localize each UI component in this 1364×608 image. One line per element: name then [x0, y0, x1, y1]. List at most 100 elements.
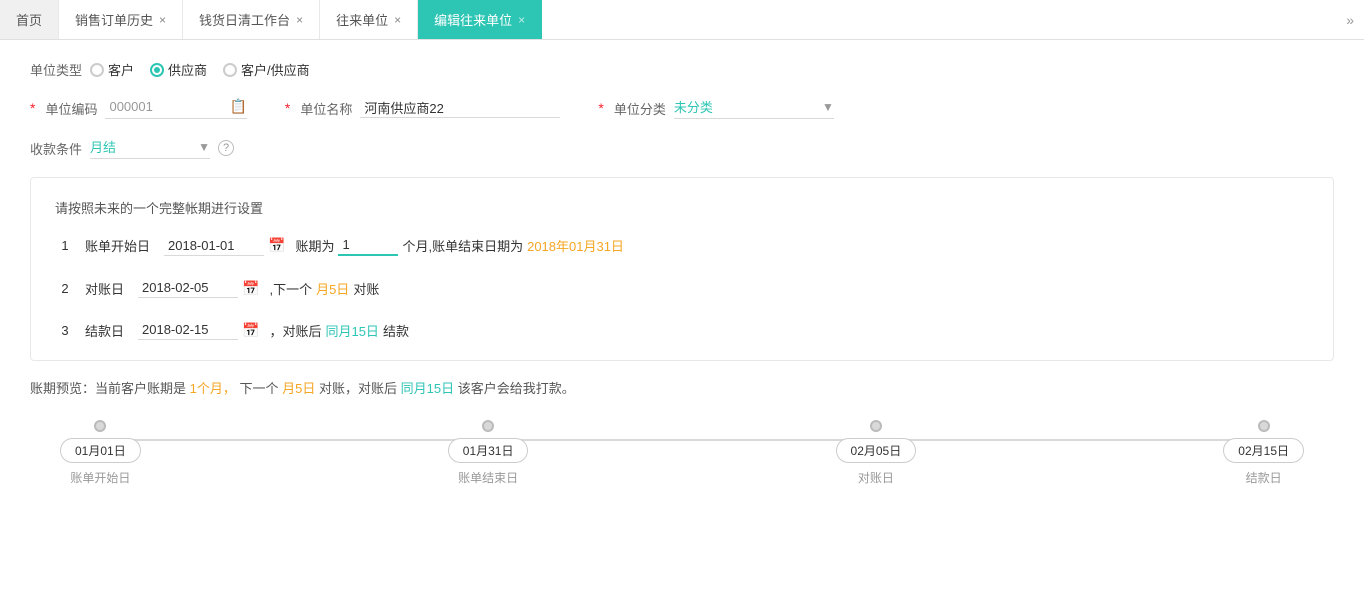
- timeline-node-1: 01月01日 账单开始日: [60, 420, 141, 486]
- unit-details-row: * 单位编码 📋 * 单位名称 * 单位分类 未分类 ▼: [30, 97, 1334, 119]
- period-date-input-2[interactable]: [138, 278, 238, 298]
- period-label-3: 结款日: [85, 321, 124, 340]
- timeline-node-3: 02月05日 对账日: [836, 420, 917, 486]
- tab-cash-ledger-label: 钱货日清工作台: [199, 10, 290, 29]
- period-desc-2: ,下一个 月5日 对账: [269, 279, 379, 298]
- timeline-badge-1: 01月01日: [60, 438, 141, 463]
- radio-group-unit-type: 客户 供应商 客户/供应商: [90, 60, 310, 79]
- unit-category-label: 单位分类: [614, 99, 666, 118]
- period-row-2: 2 对账日 📅 ,下一个 月5日 对账: [55, 278, 1309, 298]
- period-months-input[interactable]: [338, 235, 398, 256]
- radio-supplier[interactable]: 供应商: [150, 60, 207, 79]
- unit-code-required: *: [30, 100, 35, 116]
- unit-name-required: *: [285, 100, 290, 116]
- tab-bar: 首页 销售订单历史 × 钱货日清工作台 × 往来单位 × 编辑往来单位 × »: [0, 0, 1364, 40]
- period-date-group-2: 📅: [138, 278, 259, 298]
- unit-type-label: 单位类型: [30, 60, 82, 79]
- period-settings-box: 请按照未来的一个完整帐期进行设置 1 账单开始日 📅 账期为 个月,账单结束日期…: [30, 177, 1334, 361]
- period-desc-1: 账期为 个月,账单结束日期为 2018年01月31日: [295, 235, 623, 256]
- period-index-1: 1: [55, 238, 75, 253]
- payment-terms-label: 收款条件: [30, 139, 82, 158]
- tab-sales-order-history[interactable]: 销售订单历史 ×: [59, 0, 183, 39]
- radio-customer-circle: [90, 63, 104, 77]
- period-desc-suffix-2: 对账: [353, 279, 379, 298]
- payment-terms-value: 月结: [90, 137, 194, 156]
- preview-row: 账期预览：当前客户账期是 1个月， 下一个 月5日 对账，对账后 同月15日 该…: [30, 377, 1334, 400]
- radio-customer-label: 客户: [108, 60, 134, 79]
- period-desc-prefix-1: 账期为: [295, 236, 334, 255]
- unit-category-required: *: [598, 100, 603, 116]
- period-label-1: 账单开始日: [85, 236, 150, 255]
- payment-terms-row: 收款条件 月结 ▼ ?: [30, 137, 1334, 159]
- tab-home-label: 首页: [16, 10, 42, 29]
- timeline-badge-4: 02月15日: [1223, 438, 1304, 463]
- radio-customer[interactable]: 客户: [90, 60, 134, 79]
- period-box-title: 请按照未来的一个完整帐期进行设置: [55, 198, 1309, 217]
- period-calendar-icon-1[interactable]: 📅: [268, 237, 285, 254]
- unit-name-input[interactable]: [360, 98, 560, 118]
- unit-code-copy-icon[interactable]: 📋: [229, 98, 246, 115]
- timeline-badge-2: 01月31日: [448, 438, 529, 463]
- tab-edit-counterpart[interactable]: 编辑往来单位 ×: [418, 0, 542, 39]
- timeline-dot-4: [1258, 420, 1270, 432]
- tab-cash-ledger[interactable]: 钱货日清工作台 ×: [183, 0, 320, 39]
- tab-edit-counterpart-label: 编辑往来单位: [434, 10, 512, 29]
- unit-code-label: 单位编码: [45, 99, 97, 118]
- preview-suffix: 该客户会给我打款。: [458, 381, 575, 396]
- period-desc-3: ，对账后 同月15日 结款: [269, 321, 409, 340]
- unit-category-value: 未分类: [674, 97, 818, 116]
- preview-highlight2: 月5日: [282, 381, 315, 396]
- close-tab-counterpart[interactable]: ×: [394, 13, 401, 27]
- preview-mid1: 下一个: [240, 381, 279, 396]
- timeline-label-3: 对账日: [858, 469, 894, 486]
- preview-highlight1: 1个月，: [190, 381, 236, 396]
- main-content: 单位类型 客户 供应商 客户/供应商 * 单位编码 📋 * 单位名称 *: [0, 40, 1364, 608]
- expand-icon: »: [1346, 12, 1354, 28]
- period-date-group-1: 📅: [164, 236, 285, 256]
- period-desc-prefix-3: ，对账后: [269, 321, 321, 340]
- unit-category-arrow-icon: ▼: [822, 100, 834, 114]
- period-end-date-1: 2018年01月31日: [527, 236, 624, 255]
- period-highlight-3: 同月15日: [325, 321, 378, 340]
- tab-counterpart-label: 往来单位: [336, 10, 388, 29]
- period-date-input-1[interactable]: [164, 236, 264, 256]
- radio-customer-supplier-circle: [223, 63, 237, 77]
- close-tab-cash-ledger[interactable]: ×: [296, 13, 303, 27]
- period-date-input-3[interactable]: [138, 320, 238, 340]
- period-calendar-icon-3[interactable]: 📅: [242, 322, 259, 339]
- radio-supplier-label: 供应商: [168, 60, 207, 79]
- period-index-3: 3: [55, 323, 75, 338]
- close-tab-edit-counterpart[interactable]: ×: [518, 13, 525, 27]
- payment-terms-dropdown[interactable]: 月结 ▼: [90, 137, 210, 159]
- timeline-node-4: 02月15日 结款日: [1223, 420, 1304, 486]
- period-desc-suffix-1: 个月,账单结束日期为: [402, 236, 523, 255]
- period-desc-prefix-2: ,下一个: [269, 279, 312, 298]
- unit-type-row: 单位类型 客户 供应商 客户/供应商: [30, 60, 1334, 79]
- period-highlight-2: 月5日: [316, 279, 349, 298]
- period-date-group-3: 📅: [138, 320, 259, 340]
- unit-code-input[interactable]: [105, 97, 225, 116]
- tab-home[interactable]: 首页: [0, 0, 59, 39]
- close-tab-sales-order-history[interactable]: ×: [159, 13, 166, 27]
- radio-customer-supplier[interactable]: 客户/供应商: [223, 60, 310, 79]
- timeline-dot-1: [94, 420, 106, 432]
- timeline-label-1: 账单开始日: [70, 469, 130, 486]
- preview-prefix: 账期预览：当前客户账期是: [30, 381, 186, 396]
- period-row-1: 1 账单开始日 📅 账期为 个月,账单结束日期为 2018年01月31日: [55, 235, 1309, 256]
- radio-customer-supplier-label: 客户/供应商: [241, 60, 310, 79]
- preview-mid2: 对账，对账后: [319, 381, 397, 396]
- timeline-line: [120, 439, 1244, 441]
- period-index-2: 2: [55, 281, 75, 296]
- unit-code-field: 📋: [105, 97, 246, 119]
- timeline-nodes: 01月01日 账单开始日 01月31日 账单结束日 02月05日 对账日 02月…: [60, 420, 1304, 486]
- timeline-label-2: 账单结束日: [458, 469, 518, 486]
- period-label-2: 对账日: [85, 279, 124, 298]
- timeline-badge-3: 02月05日: [836, 438, 917, 463]
- tab-counterpart[interactable]: 往来单位 ×: [320, 0, 418, 39]
- help-icon[interactable]: ?: [218, 140, 234, 156]
- period-calendar-icon-2[interactable]: 📅: [242, 280, 259, 297]
- expand-tabs[interactable]: »: [1336, 0, 1364, 39]
- unit-category-dropdown[interactable]: 未分类 ▼: [674, 97, 834, 119]
- preview-highlight3: 同月15日: [401, 381, 454, 396]
- timeline-dot-2: [482, 420, 494, 432]
